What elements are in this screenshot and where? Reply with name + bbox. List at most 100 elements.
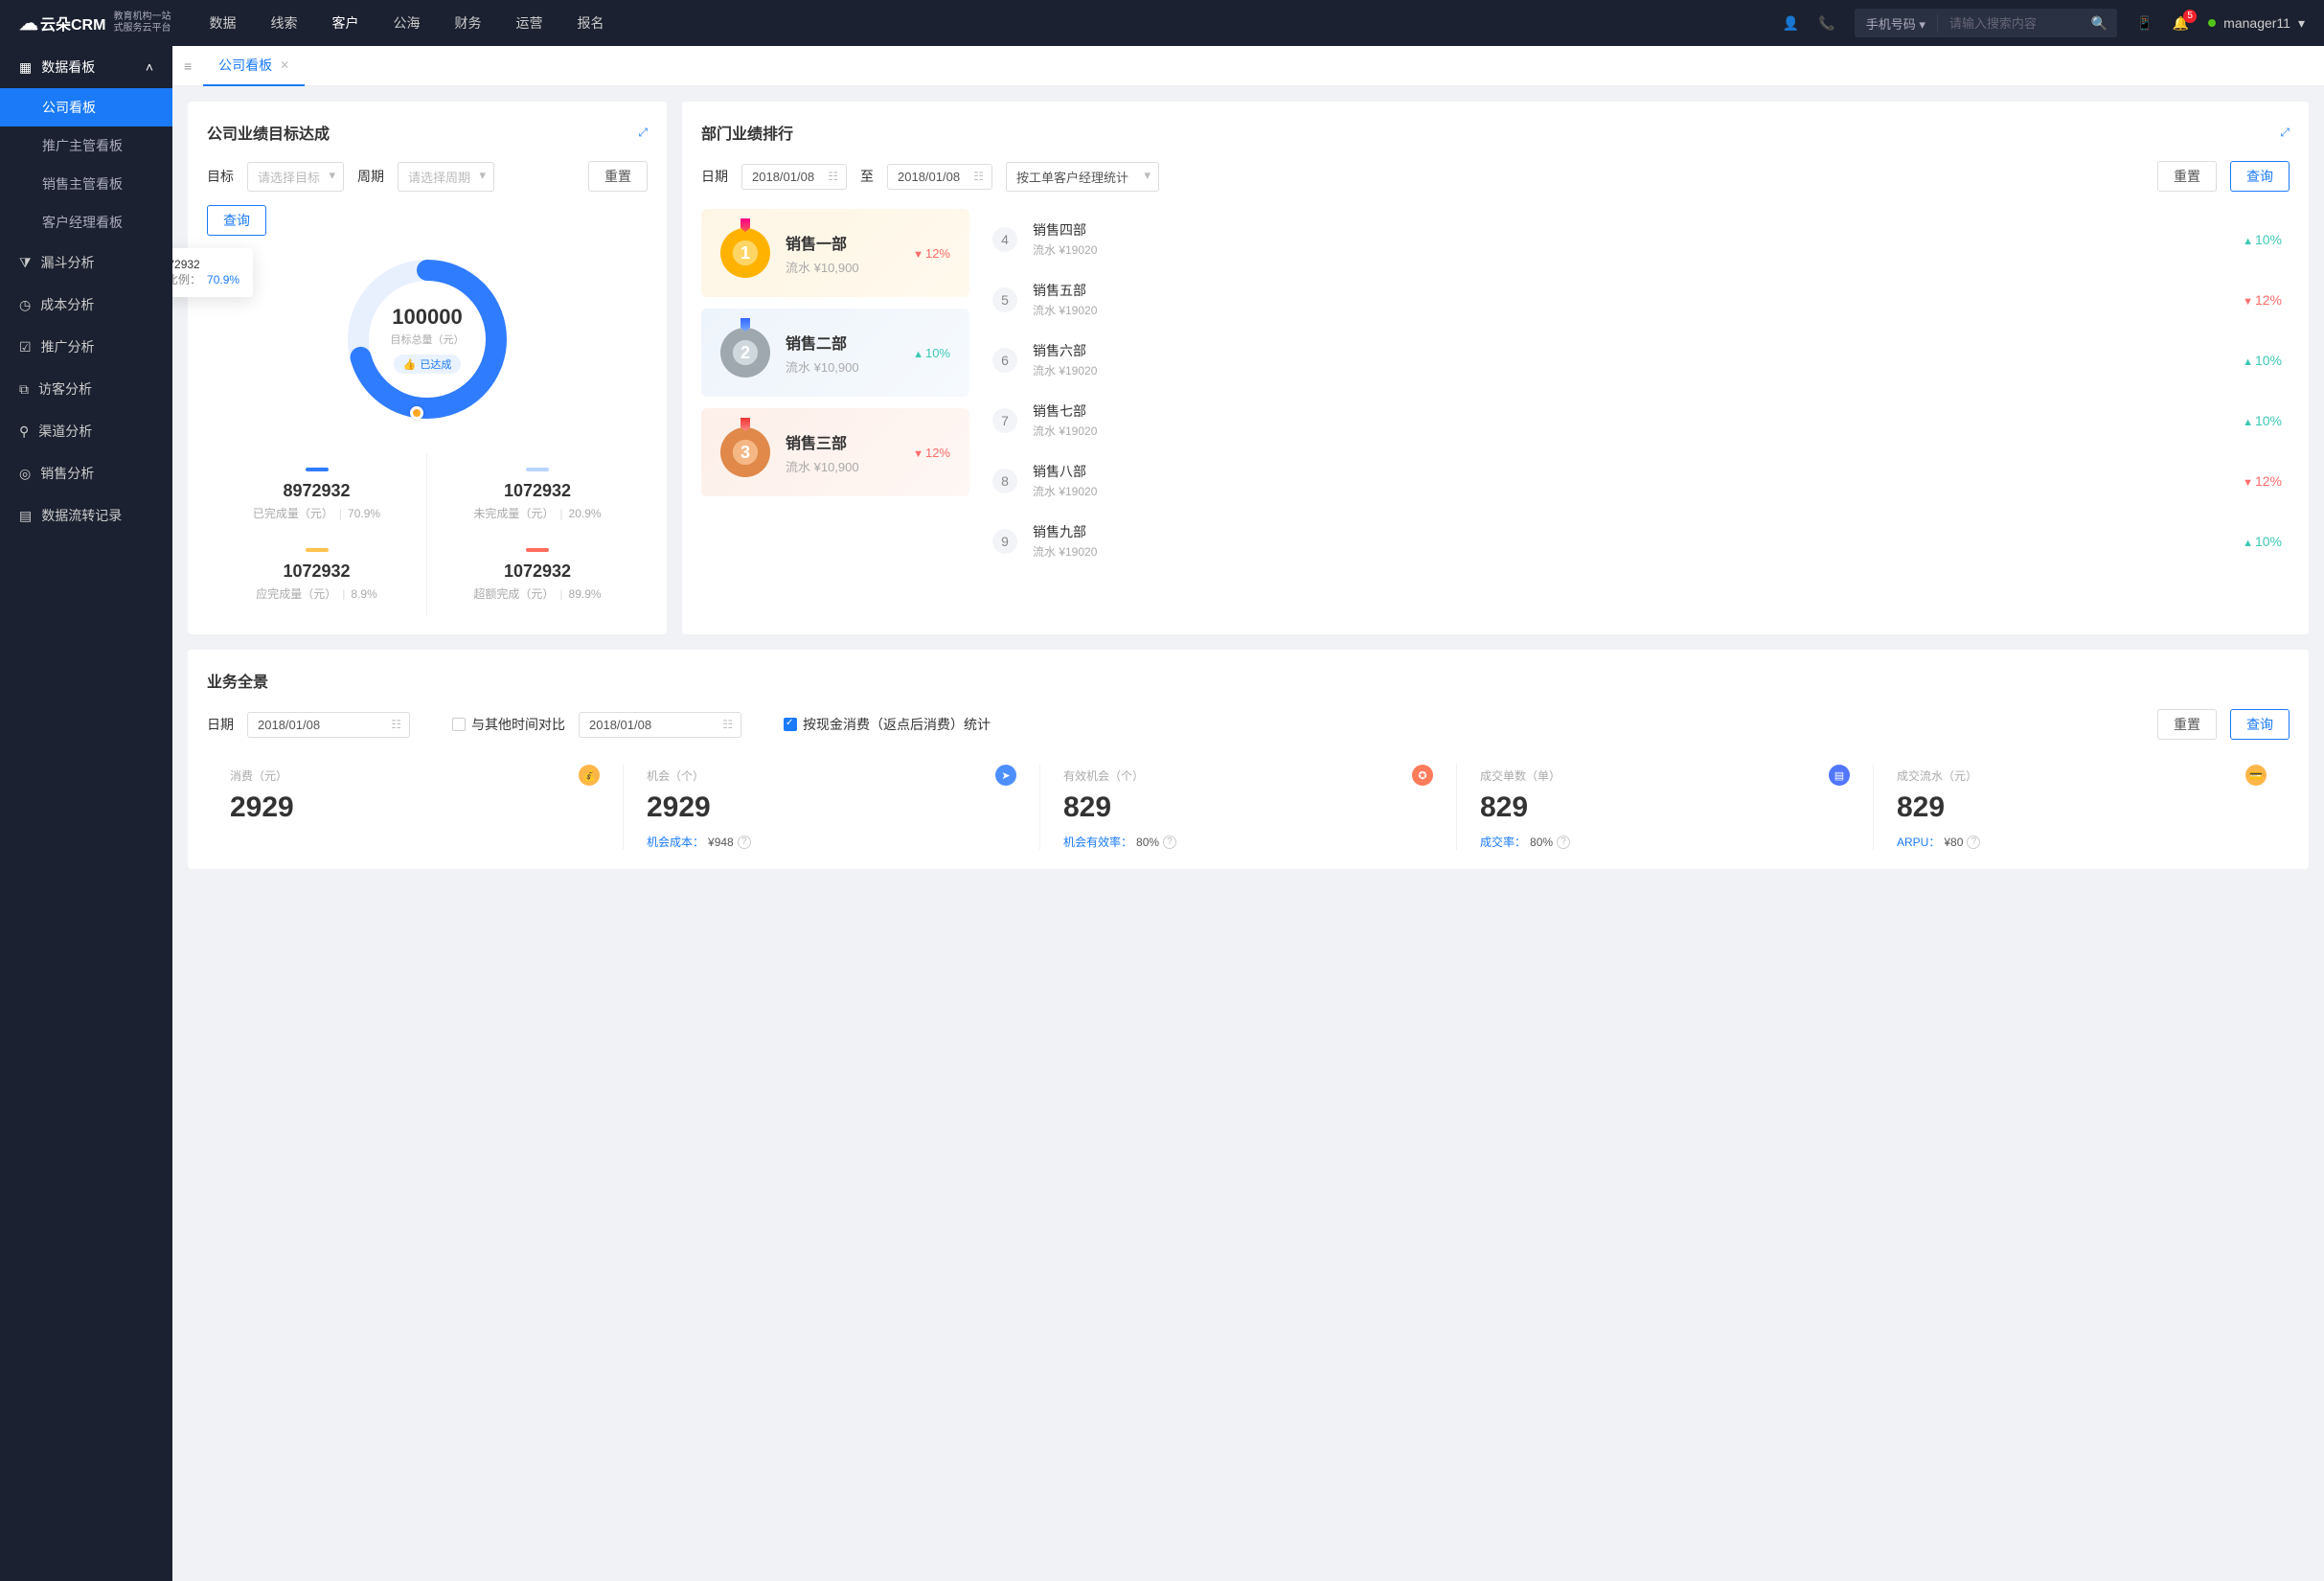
help-icon[interactable]: ?	[1163, 836, 1176, 849]
sidebar-item[interactable]: ⚲渠道分析	[0, 410, 172, 452]
rank-card: 1销售一部流水 ¥10,900▼12%	[701, 209, 969, 297]
query-button[interactable]: 查询	[2230, 709, 2290, 740]
sidebar-item[interactable]: ⧩漏斗分析	[0, 241, 172, 284]
chevron-up-icon: ˄	[146, 59, 153, 75]
logo-text: 云朵CRM	[40, 11, 105, 34]
medal-icon: 3	[720, 427, 770, 477]
query-button[interactable]: 查询	[2230, 161, 2290, 192]
rank-item: 5销售五部流水 ¥19020▼12%	[985, 269, 2290, 330]
phone-icon[interactable]: 📞	[1818, 15, 1834, 32]
cash-checkbox[interactable]: 按现金消费（返点后消费）统计	[784, 715, 991, 734]
sidebar-sub-item[interactable]: 销售主管看板	[0, 165, 172, 203]
sidebar-item[interactable]: ☑ 推广分析	[0, 326, 172, 368]
chevron-down-icon: ▾	[2298, 15, 2305, 32]
help-icon[interactable]: ?	[1967, 836, 1980, 849]
user-menu[interactable]: manager11 ▾	[2208, 15, 2305, 32]
rank-card: 3销售三部流水 ¥10,900▼12%	[701, 408, 969, 496]
query-button[interactable]: 查询	[207, 205, 266, 236]
donut-tag-text: 已达成	[420, 356, 451, 372]
nav-item[interactable]: 数据	[209, 13, 236, 33]
person-icon[interactable]: 👤	[1783, 15, 1799, 32]
sidebar: ▦ 数据看板 ˄ 公司看板推广主管看板销售主管看板客户经理看板 ⧩漏斗分析◷成本…	[0, 46, 172, 1581]
donut-center-value: 100000	[392, 305, 462, 330]
tab-company-board[interactable]: 公司看板 ✕	[203, 46, 305, 86]
select-period[interactable]: 请选择周期	[398, 162, 494, 192]
search-input[interactable]	[1938, 16, 2082, 31]
search-icon[interactable]: 🔍	[2082, 15, 2117, 32]
goal-stat: 1072932超额完成（元）|89.9%	[427, 535, 648, 615]
user-name: manager11	[2223, 15, 2290, 31]
rank-number: 9	[992, 529, 1017, 554]
sidebar-group-dashboard[interactable]: ▦ 数据看板 ˄	[0, 46, 172, 88]
rank-number: 6	[992, 348, 1017, 373]
bell-icon[interactable]: 🔔5	[2173, 15, 2189, 32]
sidebar-sub-item[interactable]: 公司看板	[0, 88, 172, 126]
rank-item: 7销售七部流水 ¥19020▲10%	[985, 390, 2290, 450]
metric-card: 消费（元）💰2929	[207, 765, 623, 850]
date-compare[interactable]: 2018/01/08	[579, 712, 741, 738]
help-icon[interactable]: ?	[738, 836, 751, 849]
expand-icon[interactable]: ⤢	[2280, 126, 2290, 140]
sidebar-item-icon: ⧉	[19, 381, 29, 398]
donut-center-label: 目标总量（元）	[391, 332, 465, 347]
sidebar-item-label: 销售分析	[40, 464, 94, 483]
menu-icon[interactable]: ≡	[184, 58, 192, 74]
compare-checkbox[interactable]: 与其他时间对比	[452, 715, 565, 734]
goal-stat: 1072932未完成量（元）|20.9%	[427, 454, 648, 535]
nav-item[interactable]: 报名	[577, 13, 604, 33]
device-icon[interactable]: 📱	[2136, 15, 2153, 32]
donut-chart: 100000 目标总量（元） 👍已达成	[341, 253, 513, 425]
metric-icon: ▤	[1829, 765, 1850, 786]
tab-label: 公司看板	[218, 46, 272, 85]
select-stat-by[interactable]: 按工单客户经理统计	[1006, 162, 1159, 192]
date-main[interactable]: 2018/01/08	[247, 712, 410, 738]
notification-badge: 5	[2183, 10, 2197, 23]
panel-rank: 部门业绩排行 ⤢ 日期 2018/01/08 至 2018/01/08 按工单客…	[682, 102, 2309, 634]
sidebar-item-label: 渠道分析	[38, 422, 92, 441]
date-to[interactable]: 2018/01/08	[887, 164, 992, 190]
expand-icon[interactable]: ⤢	[638, 126, 648, 140]
nav-item[interactable]: 客户	[331, 13, 358, 33]
metric-icon: 💰	[579, 765, 600, 786]
reset-button[interactable]: 重置	[2157, 161, 2217, 192]
sidebar-sub-item[interactable]: 客户经理看板	[0, 203, 172, 241]
header: ☁云朵CRM 教育机构一站式服务云平台 数据线索客户公海财务运营报名 👤 📞 手…	[0, 0, 2324, 46]
sidebar-item-icon: ⧩	[19, 255, 32, 271]
tabbar: ≡ 公司看板 ✕	[172, 46, 2324, 86]
nav-item[interactable]: 线索	[270, 13, 297, 33]
tooltip-ratio-value: 70.9%	[207, 273, 239, 286]
panel-goal: 公司业绩目标达成 ⤢ 目标 请选择目标 周期 请选择周期 重置 查询	[188, 102, 667, 634]
sidebar-item-icon: ☑	[19, 339, 32, 355]
close-icon[interactable]: ✕	[280, 46, 289, 85]
panel-overview-title: 业务全景	[207, 669, 268, 692]
sidebar-sub-item[interactable]: 推广主管看板	[0, 126, 172, 165]
sidebar-item[interactable]: ◎销售分析	[0, 452, 172, 494]
search-type-select[interactable]: 手机号码 ▾	[1855, 14, 1938, 33]
nav-item[interactable]: 运营	[515, 13, 542, 33]
sidebar-item[interactable]: ⧉ 访客分析	[0, 368, 172, 410]
nav-item[interactable]: 公海	[393, 13, 420, 33]
donut-tag: 👍已达成	[394, 355, 462, 374]
logo-sub1: 教育机构一站	[113, 11, 171, 22]
donut-tooltip: 1072932 所占比例：70.9%	[172, 248, 253, 297]
select-target[interactable]: 请选择目标	[247, 162, 344, 192]
sidebar-item-label: 推广分析	[41, 337, 95, 356]
nav: 数据 线索 客户 公海 财务 运营 报名	[209, 13, 604, 33]
metric-icon: 💳	[2245, 765, 2267, 786]
help-icon[interactable]: ?	[1557, 836, 1570, 849]
status-dot	[2208, 19, 2216, 27]
metric-icon: ✪	[1412, 765, 1433, 786]
sidebar-item-label: 访客分析	[38, 379, 92, 399]
sidebar-item[interactable]: ◷成本分析	[0, 284, 172, 326]
nav-item[interactable]: 财务	[454, 13, 481, 33]
rank-number: 7	[992, 408, 1017, 433]
reset-button[interactable]: 重置	[588, 161, 648, 192]
tooltip-value: 1072932	[172, 258, 200, 271]
search-type-label: 手机号码	[1866, 17, 1916, 32]
rank-number: 4	[992, 227, 1017, 252]
medal-icon: 2	[720, 328, 770, 378]
reset-button[interactable]: 重置	[2157, 709, 2217, 740]
rank-item: 4销售四部流水 ¥19020▲10%	[985, 209, 2290, 269]
date-from[interactable]: 2018/01/08	[741, 164, 847, 190]
sidebar-item[interactable]: ▤数据流转记录	[0, 494, 172, 537]
